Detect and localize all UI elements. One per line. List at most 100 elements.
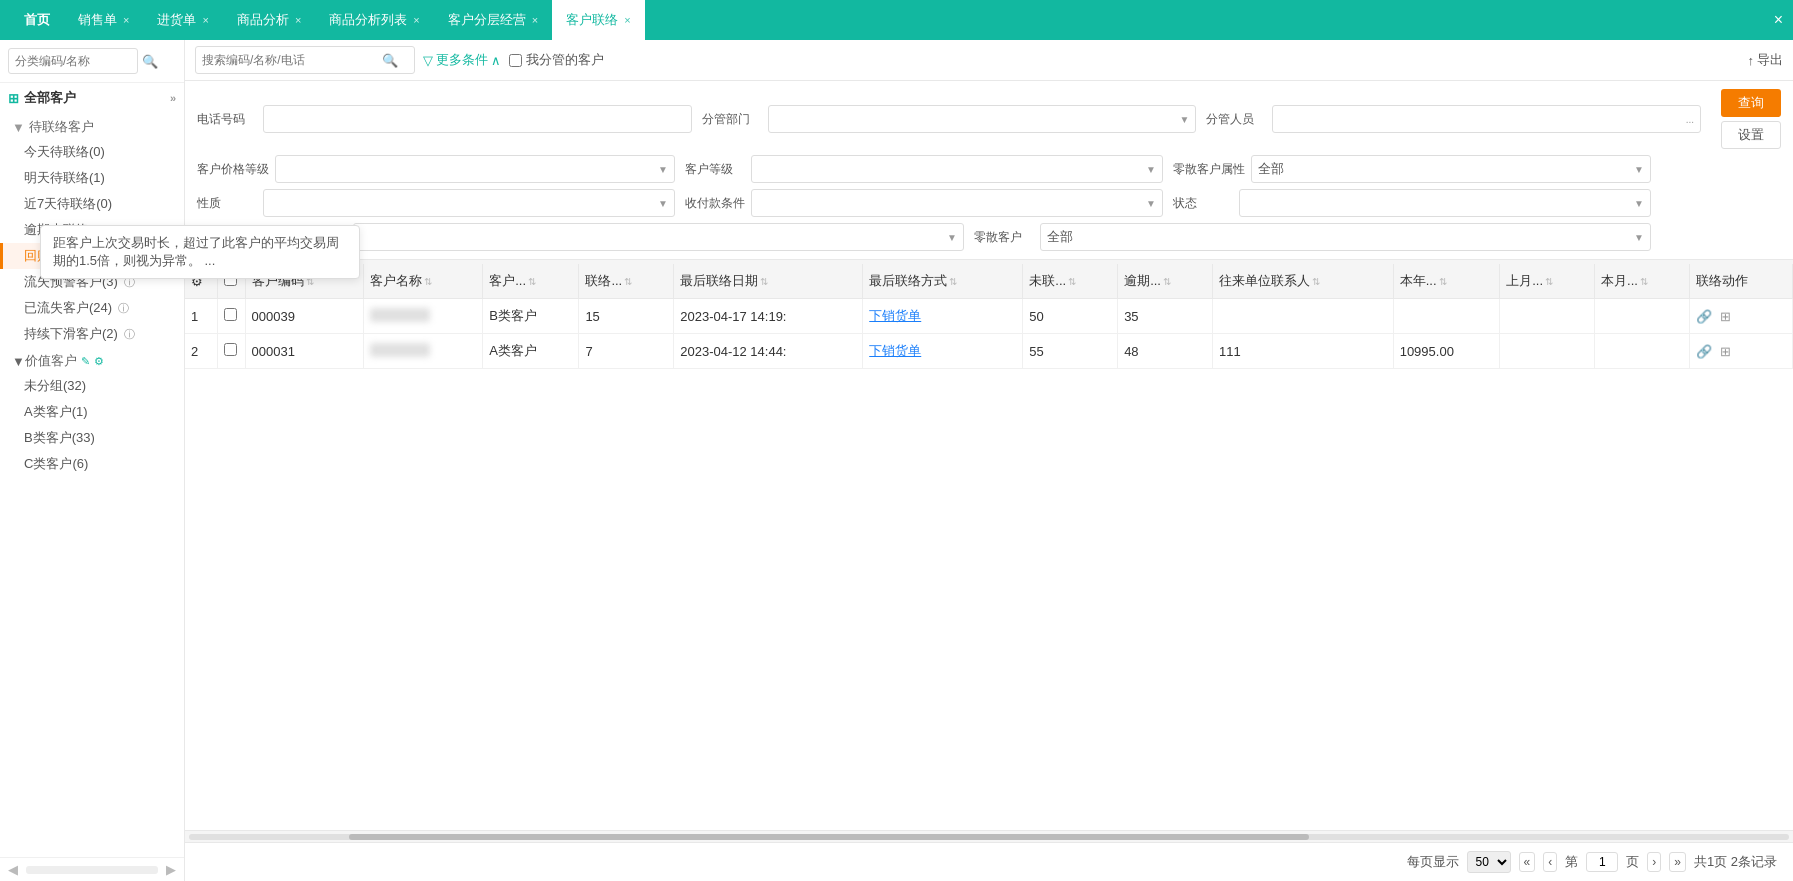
export-icon: ↑ bbox=[1748, 53, 1755, 68]
price-edit-icon[interactable]: ✎ bbox=[81, 355, 90, 368]
scroll-track bbox=[189, 834, 1789, 840]
tab-customer-layered-close[interactable]: × bbox=[532, 14, 538, 26]
tab-customer-contact-close[interactable]: × bbox=[624, 14, 630, 26]
row1-last-month bbox=[1500, 299, 1595, 334]
gender-select[interactable]: ▼ bbox=[263, 189, 675, 217]
col-last-date-sort[interactable]: ⇅ bbox=[760, 276, 768, 287]
export-button[interactable]: ↑ 导出 bbox=[1748, 51, 1784, 69]
retail-attr-select[interactable]: 全部 ▼ bbox=[1251, 155, 1651, 183]
tab-purchase-close[interactable]: × bbox=[202, 14, 208, 26]
col-unit-sort[interactable]: ⇅ bbox=[1312, 276, 1320, 287]
main-search-icon[interactable]: 🔍 bbox=[382, 53, 398, 68]
row1-action-grid-icon[interactable]: ⊞ bbox=[1720, 309, 1731, 324]
advanced-filter: 电话号码 分管部门 ▼ 分管人员 ... bbox=[185, 81, 1793, 260]
filter-bar: 🔍 ▽ 更多条件 ∧ 我分管的客户 ↑ 导出 bbox=[185, 40, 1793, 81]
tab-home[interactable]: 首页 bbox=[10, 0, 64, 40]
tab-customer-contact[interactable]: 客户联络 × bbox=[552, 0, 644, 40]
tab-customer-layered[interactable]: 客户分层经营 × bbox=[434, 0, 552, 40]
phone-input[interactable] bbox=[263, 105, 692, 133]
sidebar-search-input[interactable] bbox=[8, 48, 138, 74]
manager-select[interactable]: ... bbox=[1272, 105, 1701, 133]
settings-button[interactable]: 设置 bbox=[1721, 121, 1781, 149]
sidebar-item-unclassified[interactable]: 未分组(32) bbox=[0, 373, 184, 399]
scroll-thumb[interactable] bbox=[349, 834, 1309, 840]
department-field: 分管部门 ▼ bbox=[702, 105, 1197, 133]
main-search-input[interactable] bbox=[202, 53, 382, 67]
customer-level-field: 客户等级 ▼ bbox=[685, 155, 1163, 183]
sidebar-item-b-class[interactable]: B类客户(33) bbox=[0, 425, 184, 451]
row2-last-date: 2023-04-12 14:44: bbox=[674, 334, 863, 369]
col-method-sort[interactable]: ⇅ bbox=[949, 276, 957, 287]
sidebar-item-c-class[interactable]: C类客户(6) bbox=[0, 451, 184, 477]
tab-sales-close[interactable]: × bbox=[123, 14, 129, 26]
row2-name-blur bbox=[370, 343, 430, 357]
row1-checkbox[interactable] bbox=[224, 308, 237, 321]
sidebar-nav-left[interactable]: ◀ bbox=[8, 862, 18, 877]
sidebar-search-icon[interactable]: 🔍 bbox=[142, 54, 158, 69]
query-button[interactable]: 查询 bbox=[1721, 89, 1781, 117]
row2-method-link[interactable]: 下销货单 bbox=[869, 343, 921, 358]
price-settings-icon[interactable]: ⚙ bbox=[94, 355, 104, 368]
tab-sales-label: 销售单 bbox=[78, 11, 117, 29]
more-filter-caret: ∧ bbox=[491, 53, 501, 68]
col-level-sort[interactable]: ⇅ bbox=[528, 276, 536, 287]
customer-level-select[interactable]: ▼ bbox=[751, 155, 1163, 183]
page-input[interactable] bbox=[1586, 852, 1618, 872]
col-un-sort[interactable]: ⇅ bbox=[1068, 276, 1076, 287]
col-name-sort[interactable]: ⇅ bbox=[424, 276, 432, 287]
row1-method-link[interactable]: 下销货单 bbox=[869, 308, 921, 323]
row2-action-link-icon[interactable]: 🔗 bbox=[1696, 344, 1712, 359]
prev-page-btn[interactable]: ‹ bbox=[1543, 852, 1557, 872]
department-select[interactable]: ▼ bbox=[768, 105, 1197, 133]
sidebar-item-7days[interactable]: 近7天待联络(0) bbox=[0, 191, 184, 217]
my-customer-label: 我分管的客户 bbox=[526, 51, 604, 69]
customer-type-select[interactable]: ▼ bbox=[353, 223, 964, 251]
sidebar-item-a-class[interactable]: A类客户(1) bbox=[0, 399, 184, 425]
row2-action-grid-icon[interactable]: ⊞ bbox=[1720, 344, 1731, 359]
row2-last-month bbox=[1500, 334, 1595, 369]
retail-attr-value: 全部 bbox=[1258, 160, 1284, 178]
row1-overdue: 35 bbox=[1118, 299, 1213, 334]
price-group-title[interactable]: ▼ 价值客户 ✎ ⚙ bbox=[0, 347, 184, 373]
collapse-icon[interactable]: » bbox=[170, 92, 176, 104]
status-select[interactable]: ▼ bbox=[1239, 189, 1651, 217]
my-customer-checkbox[interactable] bbox=[509, 54, 522, 67]
col-overdue-sort[interactable]: ⇅ bbox=[1163, 276, 1171, 287]
tab-product-list-close[interactable]: × bbox=[413, 14, 419, 26]
first-page-btn[interactable]: « bbox=[1519, 852, 1536, 872]
col-customer-name: 客户名称 ⇅ bbox=[364, 264, 483, 299]
pending-contact-group[interactable]: ▼ 待联络客户 bbox=[0, 113, 184, 139]
row1-action-link-icon[interactable]: 🔗 bbox=[1696, 309, 1712, 324]
sidebar-item-tomorrow[interactable]: 明天待联络(1) bbox=[0, 165, 184, 191]
sidebar-nav-right[interactable]: ▶ bbox=[166, 862, 176, 877]
global-close-button[interactable]: × bbox=[1774, 11, 1783, 29]
row2-checkbox[interactable] bbox=[224, 343, 237, 356]
more-filter-btn[interactable]: ▽ 更多条件 ∧ bbox=[423, 51, 501, 69]
col-last-month-h: 上月... ⇅ bbox=[1500, 264, 1595, 299]
retail-customer-select[interactable]: 全部 ▼ bbox=[1040, 223, 1651, 251]
horizontal-scrollbar[interactable] bbox=[185, 830, 1793, 842]
sidebar-item-declining[interactable]: 持续下滑客户(2) ⓘ bbox=[0, 321, 184, 347]
tab-product-list[interactable]: 商品分析列表 × bbox=[315, 0, 433, 40]
sidebar-item-already-lost[interactable]: 已流失客户(24) ⓘ bbox=[0, 295, 184, 321]
col-last-contact-method-h: 最后联络方式 ⇅ bbox=[863, 264, 1023, 299]
col-last-month-sort[interactable]: ⇅ bbox=[1545, 276, 1553, 287]
sidebar-item-today[interactable]: 今天待联络(0) bbox=[0, 139, 184, 165]
tab-sales[interactable]: 销售单 × bbox=[64, 0, 143, 40]
tab-product-analysis[interactable]: 商品分析 × bbox=[223, 0, 315, 40]
tab-purchase[interactable]: 进货单 × bbox=[143, 0, 222, 40]
col-contact-sort[interactable]: ⇅ bbox=[624, 276, 632, 287]
row2-actions: 🔗 ⊞ bbox=[1689, 334, 1792, 369]
payment-select[interactable]: ▼ bbox=[751, 189, 1163, 217]
all-customers-title[interactable]: ⊞ 全部客户 » bbox=[0, 83, 184, 113]
col-overdue-label: 逾期... bbox=[1124, 272, 1161, 290]
price-level-select[interactable]: ▼ bbox=[275, 155, 675, 183]
per-page-select[interactable]: 50 bbox=[1467, 851, 1511, 873]
my-customer-checkbox-wrap[interactable]: 我分管的客户 bbox=[509, 51, 604, 69]
col-year-sort[interactable]: ⇅ bbox=[1439, 276, 1447, 287]
last-page-btn[interactable]: » bbox=[1669, 852, 1686, 872]
col-cur-month-sort[interactable]: ⇅ bbox=[1640, 276, 1648, 287]
tab-product-analysis-close[interactable]: × bbox=[295, 14, 301, 26]
row1-code: 000039 bbox=[245, 299, 364, 334]
next-page-btn[interactable]: › bbox=[1647, 852, 1661, 872]
